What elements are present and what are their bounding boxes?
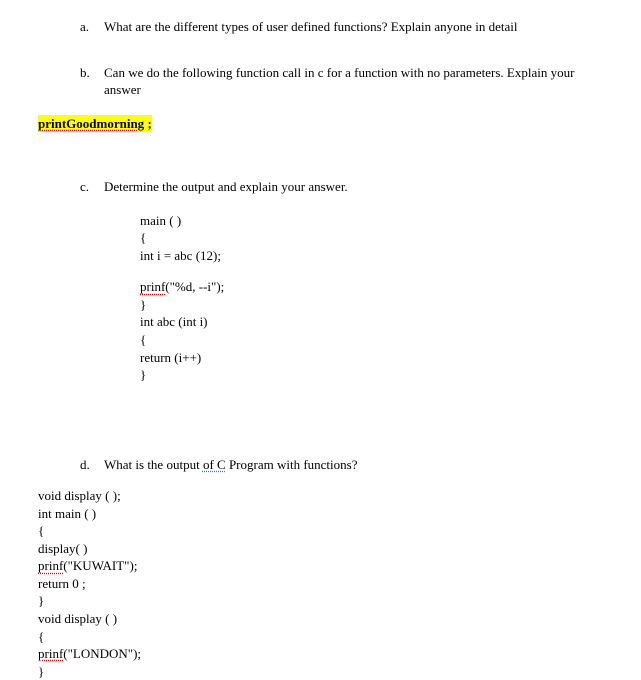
code-line: return (i++) bbox=[140, 349, 603, 367]
code-line: prinf("KUWAIT"); bbox=[38, 557, 603, 575]
question-a-text: What are the different types of user def… bbox=[104, 18, 603, 36]
code-block-c: main ( ) { int i = abc (12); prinf("%d, … bbox=[140, 212, 603, 384]
code-line: prinf("LONDON"); bbox=[38, 645, 603, 663]
code-line: return 0 ; bbox=[38, 575, 603, 593]
code-line: { bbox=[140, 229, 603, 247]
question-d-text: What is the output of C Program with fun… bbox=[104, 456, 603, 474]
code-block-d: void display ( ); int main ( ) { display… bbox=[38, 487, 603, 680]
code-line: } bbox=[140, 296, 603, 314]
question-a: a. What are the different types of user … bbox=[38, 18, 603, 36]
code-line: int i = abc (12); bbox=[140, 247, 603, 265]
code-line: } bbox=[38, 663, 603, 680]
code-line: } bbox=[140, 366, 603, 384]
code-line: display( ) bbox=[38, 540, 603, 558]
question-d-marker: d. bbox=[80, 456, 104, 474]
question-c-marker: c. bbox=[80, 178, 104, 196]
code-line: prinf("%d, --i"); bbox=[140, 278, 603, 296]
question-b-text: Can we do the following function call in… bbox=[104, 64, 603, 99]
question-a-marker: a. bbox=[80, 18, 104, 36]
code-line: { bbox=[38, 522, 603, 540]
code-line: int abc (int i) bbox=[140, 313, 603, 331]
question-d: d. What is the output of C Program with … bbox=[38, 456, 603, 680]
question-b: b. Can we do the following function call… bbox=[38, 64, 603, 133]
code-line: void display ( ) bbox=[38, 610, 603, 628]
code-line: int main ( ) bbox=[38, 505, 603, 523]
code-line: main ( ) bbox=[140, 212, 603, 230]
code-line: { bbox=[140, 331, 603, 349]
code-line: { bbox=[38, 628, 603, 646]
code-line: } bbox=[38, 592, 603, 610]
question-c: c. Determine the output and explain your… bbox=[38, 178, 603, 383]
code-line: void display ( ); bbox=[38, 487, 603, 505]
question-b-marker: b. bbox=[80, 64, 104, 82]
highlighted-code: printGoodmorning ; bbox=[38, 115, 152, 132]
question-c-text: Determine the output and explain your an… bbox=[104, 178, 603, 196]
